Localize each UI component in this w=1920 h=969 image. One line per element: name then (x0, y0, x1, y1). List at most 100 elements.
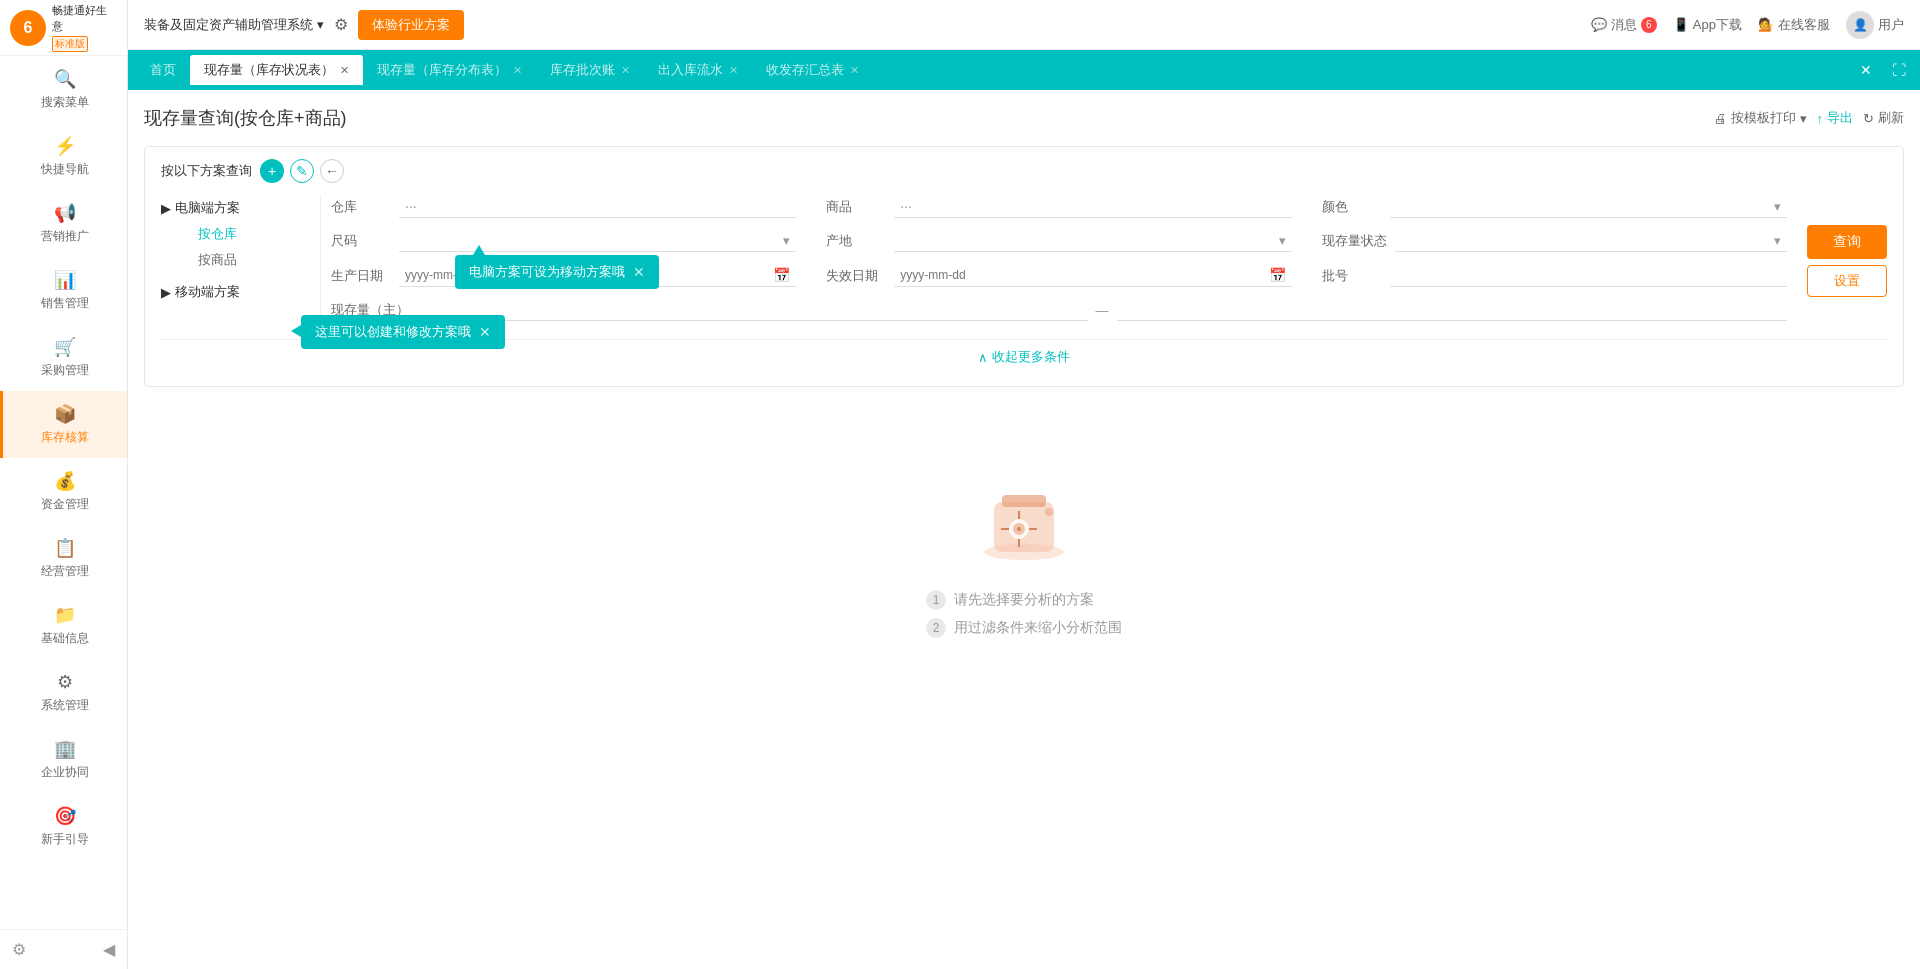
tab-flow[interactable]: 出入库流水 ✕ (644, 55, 752, 85)
page-header: 现存量查询(按仓库+商品) 🖨 按模板打印 ▾ ↑ 导出 ↻ 刷新 (144, 106, 1904, 130)
batch-label: 批号 (1322, 267, 1382, 285)
edit-scheme-btn[interactable]: ✎ (290, 159, 314, 183)
stock-min-input[interactable] (417, 299, 1088, 321)
user-name: 用户 (1878, 16, 1904, 34)
chevron-origin: ▾ (1279, 233, 1286, 248)
page-title: 现存量查询(按仓库+商品) (144, 106, 347, 130)
empty-svg (964, 467, 1084, 567)
tab-inventory-status-close[interactable]: ✕ (340, 64, 349, 77)
sidebar-item-inventory[interactable]: 📦 库存核算 (0, 391, 127, 458)
export-icon: ↑ (1817, 111, 1824, 126)
warehouse-input[interactable]: ··· (399, 195, 796, 218)
phone-icon: 📱 (1673, 17, 1689, 32)
goods-label: 商品 (826, 198, 886, 216)
sidebar-label-operation: 经营管理 (41, 563, 89, 580)
sidebar-item-search[interactable]: 🔍 搜索菜单 (0, 56, 127, 123)
app-download-action[interactable]: 📱 App下载 (1673, 16, 1742, 34)
color-select[interactable]: ▾ (1390, 196, 1787, 218)
sidebar-footer: ⚙ ◀ (0, 929, 127, 969)
tab-inventory-status[interactable]: 现存量（库存状况表） ✕ (190, 55, 363, 85)
sidebar-label-purchase: 采购管理 (41, 362, 89, 379)
message-action[interactable]: 💬 消息 6 (1591, 16, 1657, 34)
tab-close-all[interactable]: ✕ (1854, 60, 1878, 80)
page-inner: 现存量查询(按仓库+商品) 🖨 按模板打印 ▾ ↑ 导出 ↻ 刷新 (128, 90, 1920, 969)
online-support-action[interactable]: 💁 在线客服 (1758, 16, 1830, 34)
basic-info-icon: 📁 (54, 604, 76, 626)
add-scheme-btn[interactable]: + (260, 159, 284, 183)
tooltip-1-close[interactable]: ✕ (633, 264, 645, 280)
template-print-btn[interactable]: 🖨 按模板打印 ▾ (1714, 109, 1807, 127)
stock-max-field[interactable] (1123, 302, 1782, 317)
origin-select[interactable]: ▾ (894, 230, 1291, 252)
tab-flow-close[interactable]: ✕ (729, 64, 738, 77)
expire-date-field[interactable] (900, 268, 1264, 282)
export-btn[interactable]: ↑ 导出 (1817, 109, 1854, 127)
filter-body: ▶ 电脑端方案 按仓库 按商品 (161, 195, 1887, 329)
tab-home[interactable]: 首页 (136, 55, 190, 85)
sidebar-label-search: 搜索菜单 (41, 94, 89, 111)
refresh-btn[interactable]: ↻ 刷新 (1863, 109, 1904, 127)
tooltip-mobile-scheme: 电脑方案可设为移动方案哦 ✕ (455, 255, 659, 289)
sidebar-item-system[interactable]: ⚙ 系统管理 (0, 659, 127, 726)
sidebar-item-basic-info[interactable]: 📁 基础信息 (0, 592, 127, 659)
tab-inventory-dist[interactable]: 现存量（库存分布表） ✕ (363, 55, 536, 85)
sales-icon: 📊 (54, 269, 76, 291)
tab-bar: 首页 现存量（库存状况表） ✕ 现存量（库存分布表） ✕ 库存批次账 ✕ 出入库… (128, 50, 1920, 90)
enterprise-icon: 🏢 (54, 738, 76, 760)
search-icon: 🔍 (54, 68, 76, 90)
sidebar-item-finance[interactable]: 💰 资金管理 (0, 458, 127, 525)
expire-date-cal-icon[interactable]: 📅 (1269, 267, 1286, 283)
collapse-sidebar-icon[interactable]: ◀ (103, 940, 115, 959)
sidebar-item-marketing[interactable]: 📢 营销推广 (0, 190, 127, 257)
pc-scheme-item-warehouse[interactable]: 按仓库 (161, 221, 310, 247)
tooltip-2-close[interactable]: ✕ (479, 324, 491, 340)
step-text-1: 请先选择要分析的方案 (954, 591, 1094, 609)
tab-batch-ledger[interactable]: 库存批次账 ✕ (536, 55, 644, 85)
sidebar-label-quick-nav: 快捷导航 (41, 161, 89, 178)
tab-collect[interactable]: 收发存汇总表 ✕ (752, 55, 873, 85)
prev-scheme-btn[interactable]: ← (320, 159, 344, 183)
stock-min-field[interactable] (423, 302, 1082, 317)
tab-inventory-dist-close[interactable]: ✕ (513, 64, 522, 77)
dots-icon-warehouse: ··· (405, 198, 417, 214)
query-btn[interactable]: 查询 (1807, 225, 1887, 259)
set-btn[interactable]: 设置 (1807, 265, 1887, 297)
filter-row-2: 尺码 ▾ 产地 ▾ (331, 230, 1787, 252)
sidebar-label-inventory: 库存核算 (41, 429, 89, 446)
system-name-select[interactable]: 装备及固定资产辅助管理系统 ▾ (144, 16, 324, 34)
stock-status-filter: 现存量状态 ▾ (1322, 230, 1787, 252)
pc-scheme-item-goods[interactable]: 按商品 (161, 247, 310, 273)
pc-scheme-label[interactable]: ▶ 电脑端方案 (161, 195, 310, 221)
sidebar-item-purchase[interactable]: 🛒 采购管理 (0, 324, 127, 391)
support-icon: 💁 (1758, 17, 1774, 32)
sidebar-label-enterprise: 企业协同 (41, 764, 89, 781)
stock-max-input[interactable] (1117, 299, 1788, 321)
main-area: 装备及固定资产辅助管理系统 ▾ ⚙ 体验行业方案 💬 消息 6 📱 App下载 … (128, 0, 1920, 969)
sidebar-label-marketing: 营销推广 (41, 228, 89, 245)
mobile-scheme-label[interactable]: ▶ 移动端方案 (161, 279, 310, 305)
settings-icon[interactable]: ⚙ (334, 15, 348, 34)
sidebar-item-quick-nav[interactable]: ⚡ 快捷导航 (0, 123, 127, 190)
tab-collect-close[interactable]: ✕ (850, 64, 859, 77)
settings-footer-icon[interactable]: ⚙ (12, 940, 26, 959)
sidebar-item-guide[interactable]: 🎯 新手引导 (0, 793, 127, 860)
purchase-icon: 🛒 (54, 336, 76, 358)
sidebar-item-operation[interactable]: 📋 经营管理 (0, 525, 127, 592)
quick-nav-icon: ⚡ (54, 135, 76, 157)
produce-date-cal-icon[interactable]: 📅 (773, 267, 790, 283)
batch-field[interactable] (1396, 268, 1781, 283)
batch-input[interactable] (1390, 265, 1787, 287)
pc-item-indent2 (181, 251, 194, 269)
tab-fullscreen[interactable]: ⛶ (1886, 60, 1912, 80)
industry-btn[interactable]: 体验行业方案 (358, 10, 464, 40)
stock-status-select[interactable]: ▾ (1395, 230, 1787, 252)
tab-batch-ledger-close[interactable]: ✕ (621, 64, 630, 77)
goods-input[interactable]: ··· (894, 195, 1291, 218)
sidebar-item-enterprise[interactable]: 🏢 企业协同 (0, 726, 127, 793)
expire-date-input[interactable]: 📅 (894, 264, 1291, 287)
tab-controls: ✕ ⛶ (1854, 60, 1912, 80)
user-action[interactable]: 👤 用户 (1846, 11, 1904, 39)
sidebar-item-sales[interactable]: 📊 销售管理 (0, 257, 127, 324)
page-content-area: 现存量查询(按仓库+商品) 🖨 按模板打印 ▾ ↑ 导出 ↻ 刷新 (128, 90, 1920, 969)
size-select[interactable]: ▾ (399, 230, 796, 252)
